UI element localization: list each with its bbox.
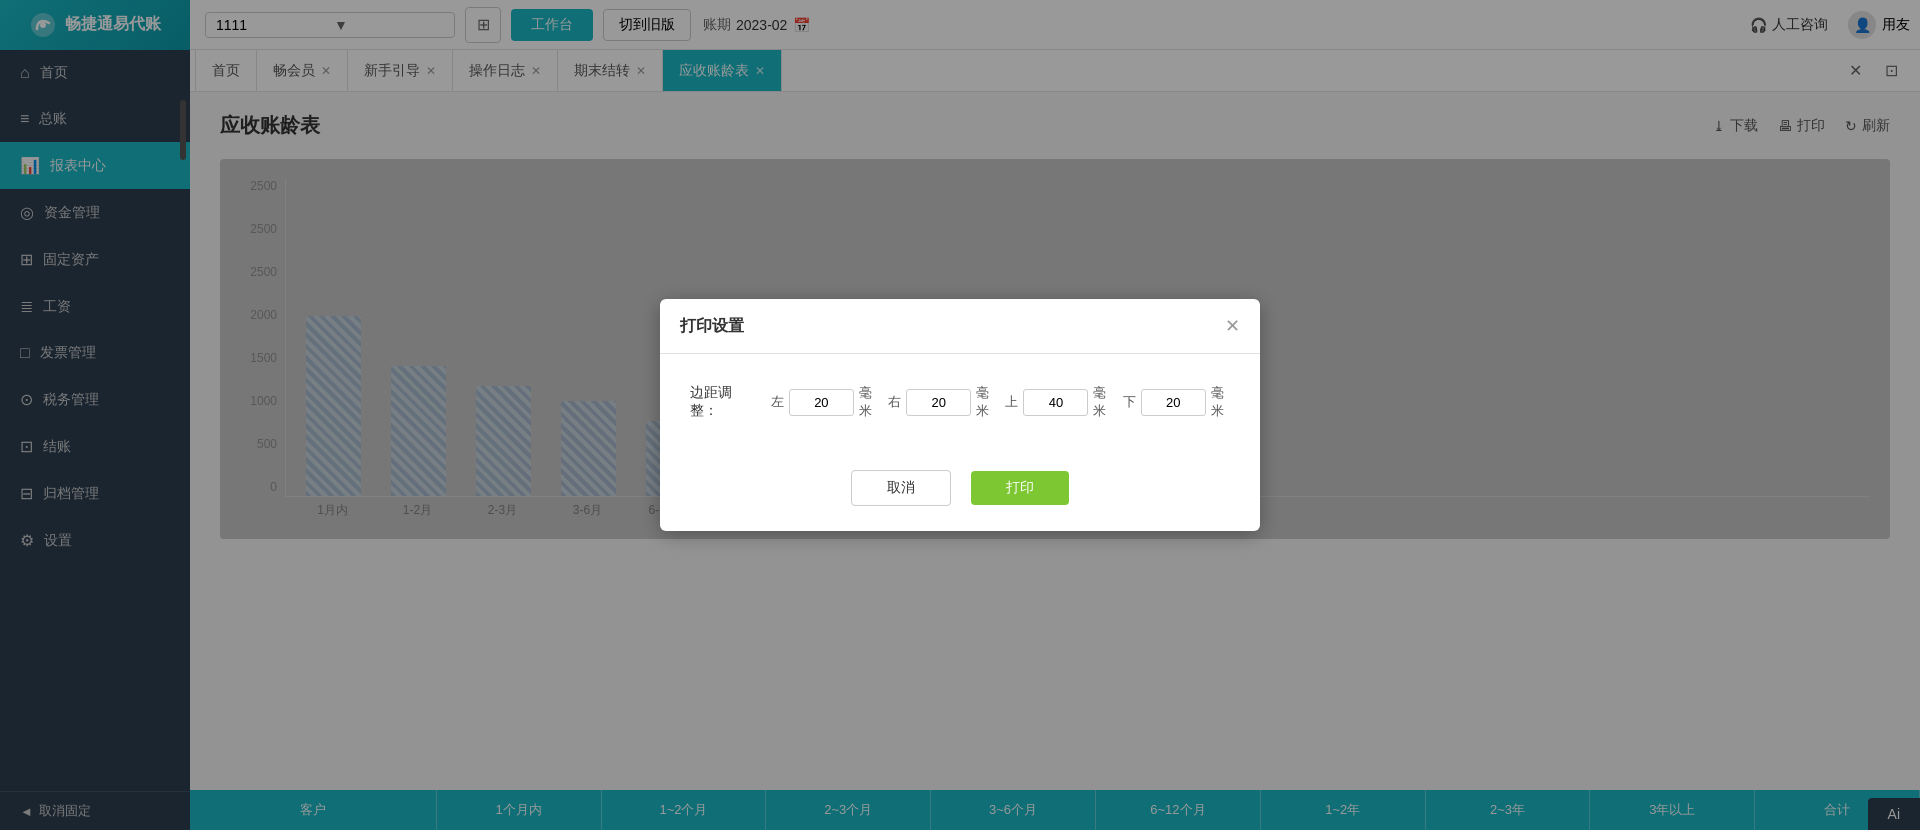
modal-overlay: 打印设置 ✕ 边距调整： 左 毫米 右 毫米 上 毫米 — [0, 0, 1920, 830]
print-confirm-button[interactable]: 打印 — [971, 471, 1069, 505]
right-input[interactable] — [906, 389, 971, 416]
right-label: 右 — [888, 393, 901, 411]
modal-title: 打印设置 — [680, 316, 744, 337]
top-label: 上 — [1005, 393, 1018, 411]
bottom-unit: 毫米 — [1211, 384, 1230, 420]
top-unit: 毫米 — [1093, 384, 1112, 420]
margin-label: 边距调整： — [690, 384, 756, 420]
top-input[interactable] — [1023, 389, 1088, 416]
print-settings-modal: 打印设置 ✕ 边距调整： 左 毫米 右 毫米 上 毫米 — [660, 299, 1260, 531]
left-input[interactable] — [789, 389, 854, 416]
modal-close-button[interactable]: ✕ — [1225, 315, 1240, 337]
left-unit: 毫米 — [859, 384, 878, 420]
margin-right-item: 右 毫米 — [888, 384, 995, 420]
right-unit: 毫米 — [976, 384, 995, 420]
bottom-input[interactable] — [1141, 389, 1206, 416]
margin-top-item: 上 毫米 — [1005, 384, 1112, 420]
modal-header: 打印设置 ✕ — [660, 299, 1260, 354]
margin-row: 边距调整： 左 毫米 右 毫米 上 毫米 下 — [690, 384, 1230, 420]
margin-left-item: 左 毫米 — [771, 384, 878, 420]
bottom-label: 下 — [1123, 393, 1136, 411]
left-label: 左 — [771, 393, 784, 411]
margin-bottom-item: 下 毫米 — [1123, 384, 1230, 420]
modal-footer: 取消 打印 — [660, 450, 1260, 531]
cancel-button[interactable]: 取消 — [851, 470, 951, 506]
modal-body: 边距调整： 左 毫米 右 毫米 上 毫米 下 — [660, 354, 1260, 450]
